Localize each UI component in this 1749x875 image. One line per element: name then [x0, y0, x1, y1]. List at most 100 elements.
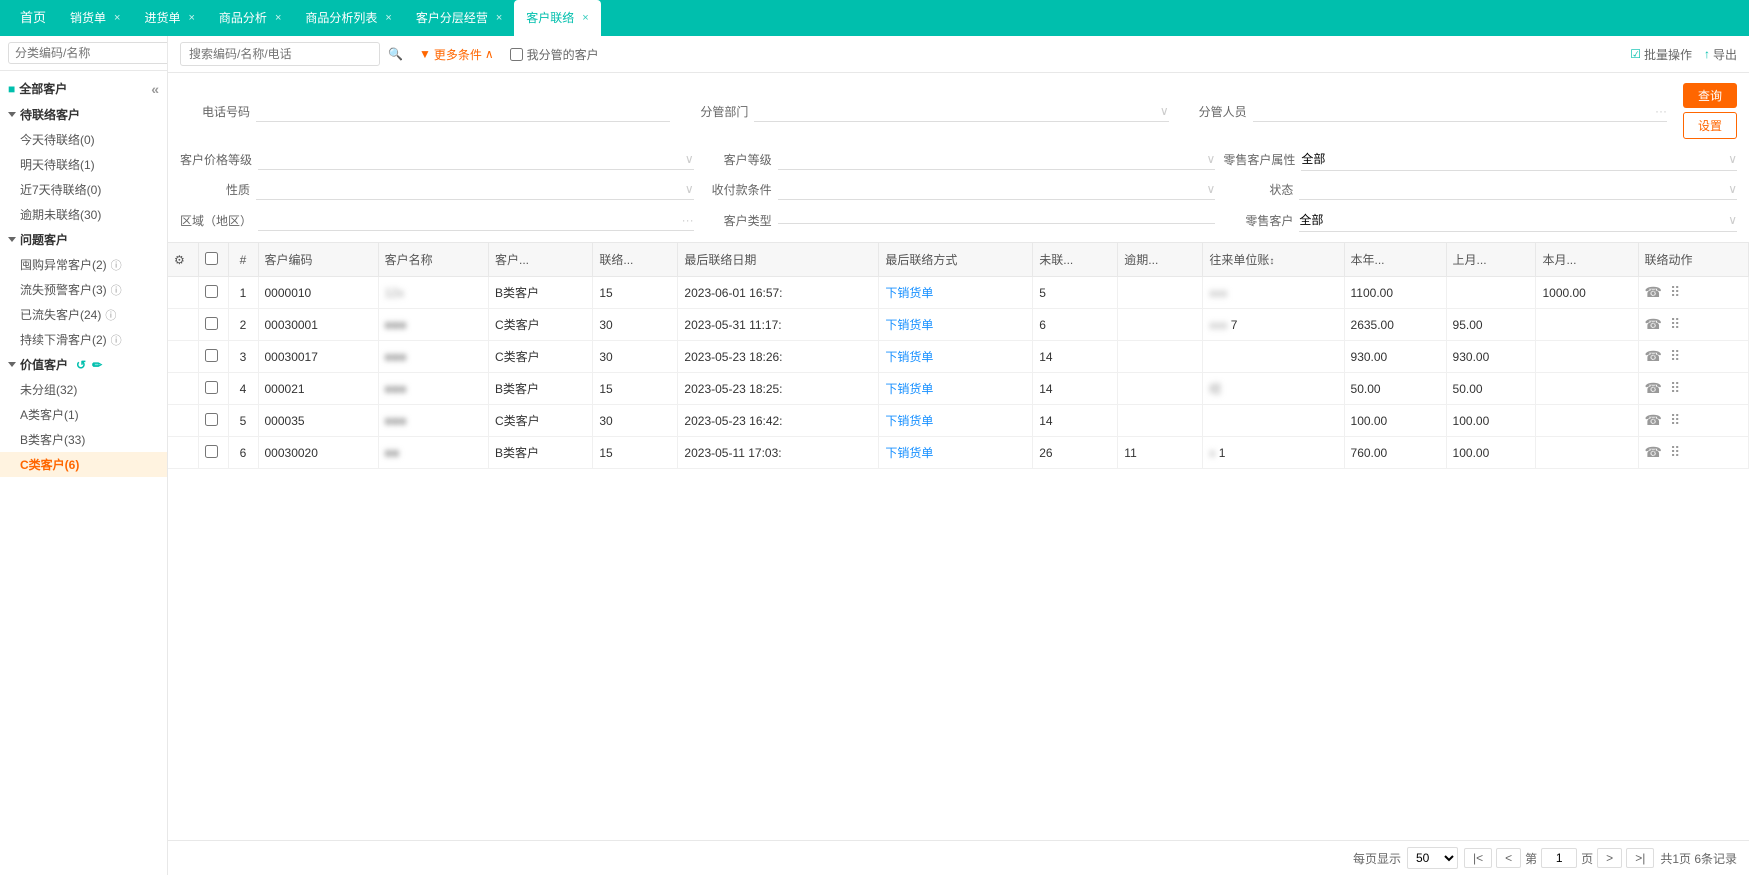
row-contact: 15	[593, 277, 678, 309]
row-last-date: 2023-05-23 18:26:	[678, 341, 879, 373]
row-last-method[interactable]: 下销货单	[879, 309, 1033, 341]
class-b[interactable]: B类客户(33)	[0, 427, 167, 452]
row-gear[interactable]	[168, 277, 198, 309]
action-phone-icon[interactable]: ☎	[1645, 316, 1662, 333]
today-pending[interactable]: 今天待联络(0)	[0, 127, 167, 152]
action-more-icon[interactable]: ⠿	[1670, 412, 1680, 429]
nav-home[interactable]: 首页	[8, 0, 58, 36]
all-customers[interactable]: ■ 全部客户 «	[0, 75, 167, 102]
col-action: 联络动作	[1638, 243, 1749, 277]
row-unit-balance: xxx 7	[1203, 309, 1344, 341]
filter-customer-level: 客户等级 ∨	[702, 149, 1216, 170]
manager-select[interactable]: ···	[1253, 101, 1667, 122]
row-overdue	[1118, 405, 1203, 437]
section-value-customers[interactable]: 价值客户 ↺ ✏	[0, 352, 167, 377]
nav-product-analysis-list[interactable]: 商品分析列表×	[293, 0, 403, 36]
set-btn[interactable]: 设置	[1683, 112, 1737, 139]
last-page-btn[interactable]: >|	[1626, 848, 1654, 868]
content-area: 🔍 ▼ 更多条件 ∧ 我分管的客户 ☑ 批量操作 ↑ 导出	[168, 36, 1749, 875]
retail-customer-select[interactable]: 全部∨	[1299, 208, 1737, 232]
row-check[interactable]	[198, 309, 228, 341]
tomorrow-pending[interactable]: 明天待联络(1)	[0, 152, 167, 177]
nature-select[interactable]: ∨	[256, 179, 694, 200]
payment-select[interactable]: ∨	[778, 179, 1216, 200]
next-page-btn[interactable]: >	[1597, 848, 1622, 868]
overdue-pending[interactable]: 逾期未联络(30)	[0, 202, 167, 227]
nav-sales[interactable]: 销货单×	[58, 0, 132, 36]
nav-customer-contact[interactable]: 客户联络×	[514, 0, 600, 36]
customer-type-select[interactable]	[778, 217, 1216, 224]
row-check[interactable]	[198, 341, 228, 373]
row-gear[interactable]	[168, 341, 198, 373]
churn-warning[interactable]: 流失预警客户(3) ⓘ	[0, 277, 167, 302]
retail-customer-label: 零售客户	[1223, 212, 1293, 229]
class-c[interactable]: C类客户(6)	[0, 452, 167, 477]
customer-level-select[interactable]: ∨	[778, 149, 1216, 170]
class-a[interactable]: A类客户(1)	[0, 402, 167, 427]
query-btn[interactable]: 查询	[1683, 83, 1737, 108]
price-level-select[interactable]: ∨	[258, 149, 694, 170]
phone-input[interactable]	[256, 101, 670, 122]
nav-purchase[interactable]: 进货单×	[132, 0, 206, 36]
region-select[interactable]: ···	[258, 210, 694, 231]
retail-attr-select[interactable]: 全部∨	[1301, 147, 1737, 171]
action-more-icon[interactable]: ⠿	[1670, 348, 1680, 365]
collapse-sidebar-btn[interactable]: «	[151, 81, 159, 97]
churned[interactable]: 已流失客户(24) ⓘ	[0, 302, 167, 327]
row-gear[interactable]	[168, 437, 198, 469]
hoarding-abnormal[interactable]: 囤购异常客户(2) ⓘ	[0, 252, 167, 277]
declining[interactable]: 持续下滑客户(2) ⓘ	[0, 327, 167, 352]
export-btn[interactable]: ↑ 导出	[1704, 46, 1737, 63]
select-all-checkbox[interactable]	[205, 252, 218, 265]
action-more-icon[interactable]: ⠿	[1670, 444, 1680, 461]
col-gear[interactable]: ⚙	[168, 243, 198, 277]
row-not-linked: 6	[1033, 309, 1118, 341]
status-select[interactable]: ∨	[1299, 179, 1737, 200]
unclassified[interactable]: 未分组(32)	[0, 377, 167, 402]
dept-select[interactable]: ∨	[754, 101, 1168, 122]
row-check[interactable]	[198, 373, 228, 405]
my-customers-checkbox[interactable]: 我分管的客户	[510, 46, 599, 63]
more-conditions-btn[interactable]: ▼ 更多条件 ∧	[411, 43, 502, 66]
row-last-method[interactable]: 下销货单	[879, 437, 1033, 469]
action-phone-icon[interactable]: ☎	[1645, 412, 1662, 429]
row-last-method[interactable]: 下销货单	[879, 373, 1033, 405]
action-more-icon[interactable]: ⠿	[1670, 380, 1680, 397]
nav-product-analysis[interactable]: 商品分析×	[207, 0, 293, 36]
row-last-method[interactable]: 下销货单	[879, 405, 1033, 437]
nav-customer-stratify[interactable]: 客户分层经营×	[404, 0, 514, 36]
row-check[interactable]	[198, 405, 228, 437]
action-phone-icon[interactable]: ☎	[1645, 348, 1662, 365]
filter-retail-customer: 零售客户 全部∨	[1223, 208, 1737, 232]
retail-attr-label: 零售客户属性	[1223, 151, 1295, 168]
page-input[interactable]	[1541, 848, 1577, 868]
batch-ops-btn[interactable]: ☑ 批量操作	[1630, 46, 1692, 63]
main-search-input[interactable]	[180, 42, 380, 66]
action-phone-icon[interactable]: ☎	[1645, 284, 1662, 301]
filter-status: 状态 ∨	[1223, 179, 1737, 200]
row-gear[interactable]	[168, 309, 198, 341]
action-more-icon[interactable]: ⠿	[1670, 316, 1680, 333]
row-check[interactable]	[198, 277, 228, 309]
action-phone-icon[interactable]: ☎	[1645, 444, 1662, 461]
row-gear[interactable]	[168, 373, 198, 405]
row-last-method[interactable]: 下销货单	[879, 341, 1033, 373]
action-phone-icon[interactable]: ☎	[1645, 380, 1662, 397]
col-check[interactable]	[198, 243, 228, 277]
prev-page-btn[interactable]: <	[1496, 848, 1521, 868]
row-last-method[interactable]: 下销货单	[879, 277, 1033, 309]
region-label: 区域（地区）	[180, 212, 252, 229]
row-gear[interactable]	[168, 405, 198, 437]
filter-panel: 电话号码 分管部门 ∨ 分管人员 ··· 查询 设置	[168, 73, 1749, 243]
row-code: 0000010	[258, 277, 378, 309]
first-page-btn[interactable]: |<	[1464, 848, 1492, 868]
per-page-select[interactable]: 50 100	[1407, 847, 1458, 869]
section-pending-contact[interactable]: 待联络客户	[0, 102, 167, 127]
week-pending[interactable]: 近7天待联络(0)	[0, 177, 167, 202]
main-search-icon[interactable]: 🔍	[388, 47, 403, 61]
row-check[interactable]	[198, 437, 228, 469]
section-problem-customers[interactable]: 问题客户	[0, 227, 167, 252]
action-more-icon[interactable]: ⠿	[1670, 284, 1680, 301]
sidebar-search-input[interactable]	[8, 42, 168, 64]
my-customers-check[interactable]	[510, 48, 523, 61]
